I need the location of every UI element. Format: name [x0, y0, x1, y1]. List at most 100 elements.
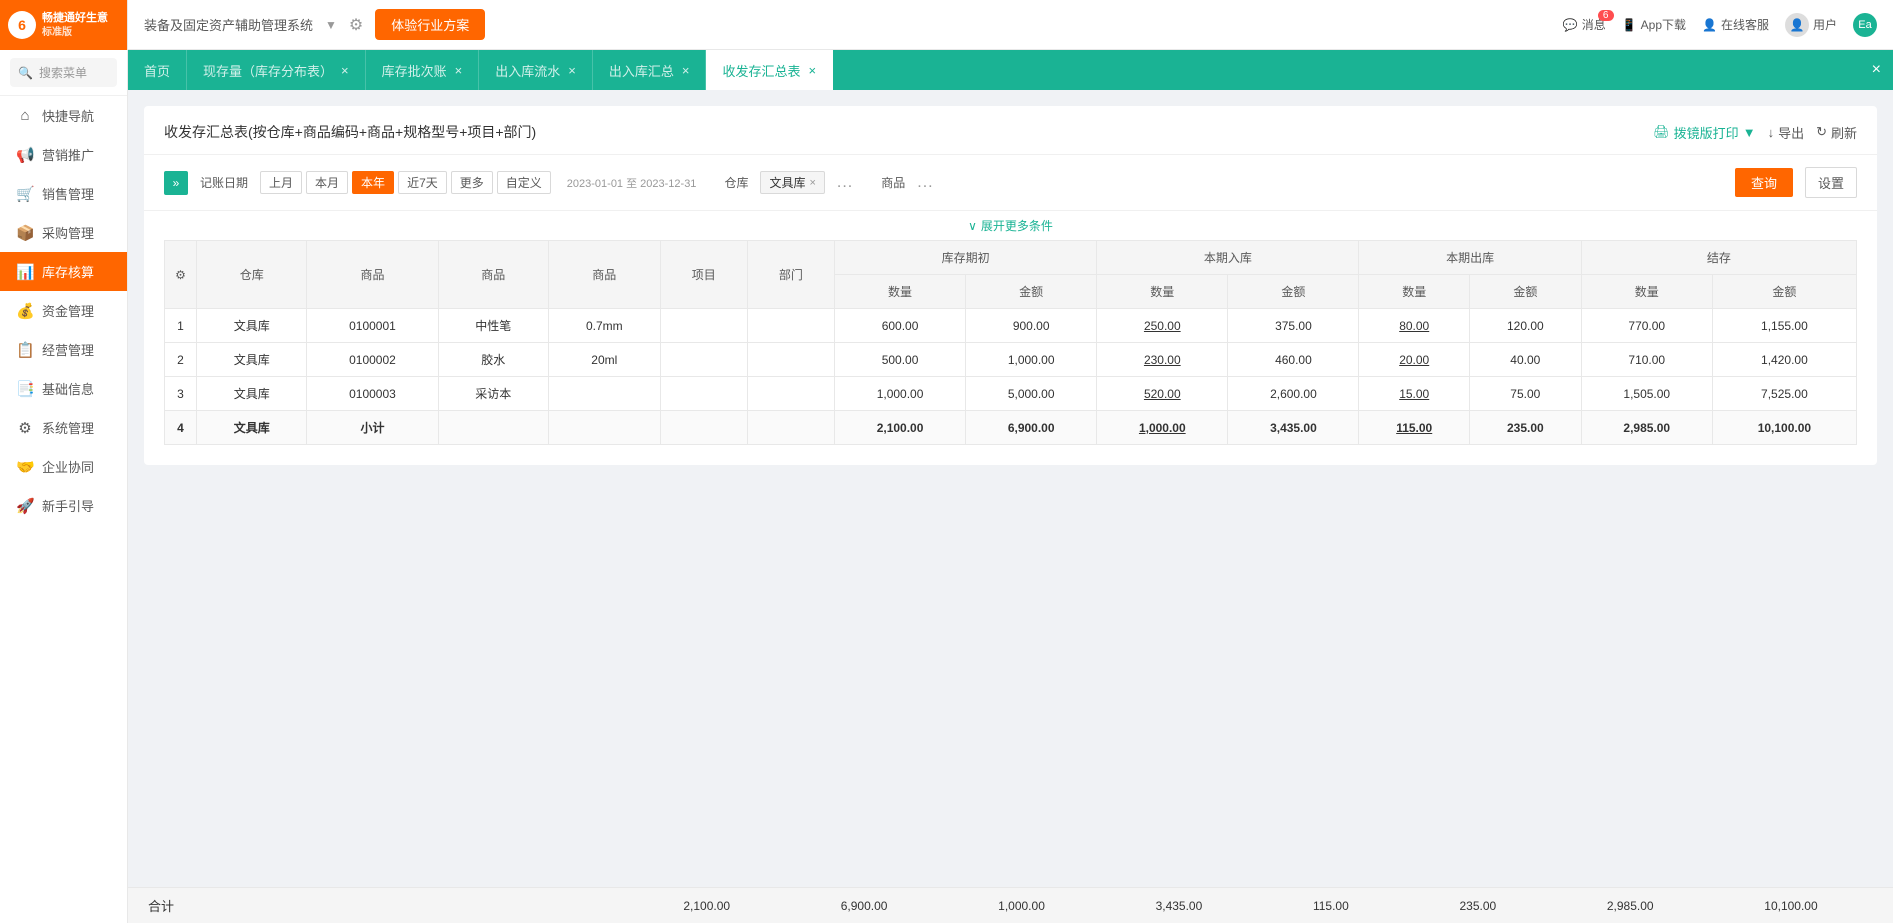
data-table: ⚙ 仓库 商品 商品 商品 项目 部门 库存期初 本期入库 本期出库 结存: [164, 240, 1857, 445]
cell-no-2: 2: [165, 343, 197, 377]
sidebar-item-purchase[interactable]: 📦 采购管理: [0, 213, 127, 252]
tab-inout-flow[interactable]: 出入库流水 ×: [479, 50, 593, 90]
date-btn-more[interactable]: 更多: [451, 171, 493, 194]
cell-no-3: 3: [165, 377, 197, 411]
cell-in-qty-1[interactable]: 250.00: [1097, 309, 1228, 343]
cell-subtotal-label: 小计: [307, 411, 438, 445]
filter-date-group: 上月 本月 本年 近7天 更多 自定义: [260, 171, 551, 194]
topbar-actions: 💬 消息 6 📱 App下载 👤 在线客服 👤 用户 Ea: [1563, 13, 1877, 37]
warehouse-tag-close[interactable]: ×: [809, 177, 815, 189]
export-btn[interactable]: ↓ 导出: [1768, 123, 1805, 142]
warehouse-more-dots[interactable]: ...: [837, 174, 853, 192]
sidebar-item-quick-nav[interactable]: ⌂ 快捷导航: [0, 96, 127, 135]
tabbar-close-all[interactable]: ×: [1872, 61, 1881, 79]
filter-row-1: » 记账日期 上月 本月 本年 近7天 更多 自定义 2023-01-01 至 …: [164, 167, 1857, 198]
cell-spec-1: 0.7mm: [548, 309, 660, 343]
expand-more-btn[interactable]: ∨ 展开更多条件: [144, 210, 1877, 240]
date-btn-7days[interactable]: 近7天: [398, 171, 447, 194]
cell-warehouse-sub: 文具库: [197, 411, 307, 445]
cell-init-amt-3: 5,000.00: [966, 377, 1097, 411]
bottom-total-bar: 合计 2,100.00 6,900.00 1,000.00 3,435.00 1…: [128, 887, 1893, 923]
tab-home[interactable]: 首页: [128, 50, 187, 90]
cell-bal-amt-3: 7,525.00: [1712, 377, 1856, 411]
cell-spec-sub: [548, 411, 660, 445]
sidebar-item-basic[interactable]: 📑 基础信息: [0, 369, 127, 408]
tab-recv-send[interactable]: 收发存汇总表 ×: [706, 50, 833, 90]
cell-bal-qty-1: 770.00: [1581, 309, 1712, 343]
tab-stock-dist[interactable]: 现存量（库存分布表） ×: [187, 50, 366, 90]
table-row: 3 文具库 0100003 采访本 1,000.00 5,000.00 520.…: [165, 377, 1857, 411]
sidebar-item-operations[interactable]: 📋 经营管理: [0, 330, 127, 369]
cell-out-qty-3[interactable]: 15.00: [1359, 377, 1469, 411]
tab-inout-summary[interactable]: 出入库汇总 ×: [593, 50, 707, 90]
print-dropdown-icon: ▼: [1743, 125, 1756, 140]
th-code: 商品: [307, 241, 438, 309]
refresh-btn[interactable]: ↻ 刷新: [1816, 123, 1857, 142]
date-btn-custom[interactable]: 自定义: [497, 171, 551, 194]
message-action[interactable]: 💬 消息 6: [1563, 16, 1606, 33]
message-icon: 💬: [1563, 18, 1578, 32]
cell-init-amt-1: 900.00: [966, 309, 1097, 343]
sidebar-item-system[interactable]: ⚙ 系统管理: [0, 408, 127, 447]
column-settings-icon[interactable]: ⚙: [175, 268, 186, 282]
sidebar-item-inventory[interactable]: 📊 库存核算: [0, 252, 127, 291]
cell-warehouse-2: 文具库: [197, 343, 307, 377]
cell-in-qty-sub[interactable]: 1,000.00: [1097, 411, 1228, 445]
main-content: 收发存汇总表(按仓库+商品编码+商品+规格型号+项目+部门) 🖨 拨镜版打印 ▼…: [128, 90, 1893, 923]
cell-bal-amt-sub: 10,100.00: [1712, 411, 1856, 445]
setting-btn[interactable]: 设置: [1805, 167, 1857, 198]
user-action[interactable]: 👤 用户: [1785, 13, 1837, 37]
cell-project-1: [660, 309, 747, 343]
tab-batch[interactable]: 库存批次账 ×: [366, 50, 480, 90]
total-out-amt: 235.00: [1459, 899, 1496, 913]
topbar-dropdown-arrow[interactable]: ▼: [325, 18, 337, 32]
inventory-icon: 📊: [16, 263, 34, 281]
total-init-qty: 2,100.00: [683, 899, 730, 913]
cell-in-qty-3[interactable]: 520.00: [1097, 377, 1228, 411]
date-btn-this-month[interactable]: 本月: [306, 171, 348, 194]
sidebar-item-marketing[interactable]: 📢 营销推广: [0, 135, 127, 174]
filter-expand-btn[interactable]: »: [164, 171, 188, 195]
th-settings[interactable]: ⚙: [165, 241, 197, 309]
cell-bal-amt-1: 1,155.00: [1712, 309, 1856, 343]
date-btn-this-year[interactable]: 本年: [352, 171, 394, 194]
sidebar-item-sales[interactable]: 🛒 销售管理: [0, 174, 127, 213]
cell-project-2: [660, 343, 747, 377]
total-bal-qty: 2,985.00: [1607, 899, 1654, 913]
cell-out-amt-1: 120.00: [1469, 309, 1581, 343]
cell-init-amt-2: 1,000.00: [966, 343, 1097, 377]
search-menu-item[interactable]: 🔍 搜索菜单: [10, 58, 117, 87]
cell-out-qty-2[interactable]: 20.00: [1359, 343, 1469, 377]
print-icon: 🖨: [1653, 124, 1670, 140]
app-download-action[interactable]: 📱 App下载: [1622, 16, 1686, 33]
export-icon: ↓: [1768, 125, 1775, 140]
cell-in-qty-2[interactable]: 230.00: [1097, 343, 1228, 377]
cell-name-3: 采访本: [438, 377, 548, 411]
tab-close-stock-dist[interactable]: ×: [341, 63, 349, 78]
tab-close-batch[interactable]: ×: [455, 63, 463, 78]
experience-btn[interactable]: 体验行业方案: [375, 9, 485, 40]
sidebar-item-enterprise[interactable]: 🤝 企业协同: [0, 447, 127, 486]
th-init-group: 库存期初: [834, 241, 1096, 275]
print-btn[interactable]: 🖨 拨镜版打印 ▼: [1653, 123, 1755, 142]
tab-close-recv-send[interactable]: ×: [808, 63, 816, 78]
date-btn-last-month[interactable]: 上月: [260, 171, 302, 194]
cell-warehouse-1: 文具库: [197, 309, 307, 343]
cell-out-qty-sub[interactable]: 115.00: [1359, 411, 1469, 445]
service-icon: 👤: [1702, 18, 1717, 32]
tab-close-inout-summary[interactable]: ×: [682, 63, 690, 78]
table-wrapper: ⚙ 仓库 商品 商品 商品 项目 部门 库存期初 本期入库 本期出库 结存: [144, 240, 1877, 465]
goods-more-dots[interactable]: ...: [917, 174, 933, 192]
sidebar-logo: 6 畅捷通好生意 标准版: [0, 0, 127, 50]
tab-close-inout-flow[interactable]: ×: [568, 63, 576, 78]
page-card: 收发存汇总表(按仓库+商品编码+商品+规格型号+项目+部门) 🖨 拨镜版打印 ▼…: [144, 106, 1877, 465]
cell-init-qty-3: 1,000.00: [834, 377, 965, 411]
user-icon: 👤: [1785, 13, 1809, 37]
page-header: 收发存汇总表(按仓库+商品编码+商品+规格型号+项目+部门) 🖨 拨镜版打印 ▼…: [144, 106, 1877, 155]
cell-out-qty-1[interactable]: 80.00: [1359, 309, 1469, 343]
search-btn[interactable]: 查询: [1735, 168, 1793, 197]
online-service-action[interactable]: 👤 在线客服: [1702, 16, 1769, 33]
sidebar-item-finance[interactable]: 💰 资金管理: [0, 291, 127, 330]
sidebar-item-guide[interactable]: 🚀 新手引导: [0, 486, 127, 525]
topbar-settings-icon[interactable]: ⚙: [349, 15, 363, 35]
